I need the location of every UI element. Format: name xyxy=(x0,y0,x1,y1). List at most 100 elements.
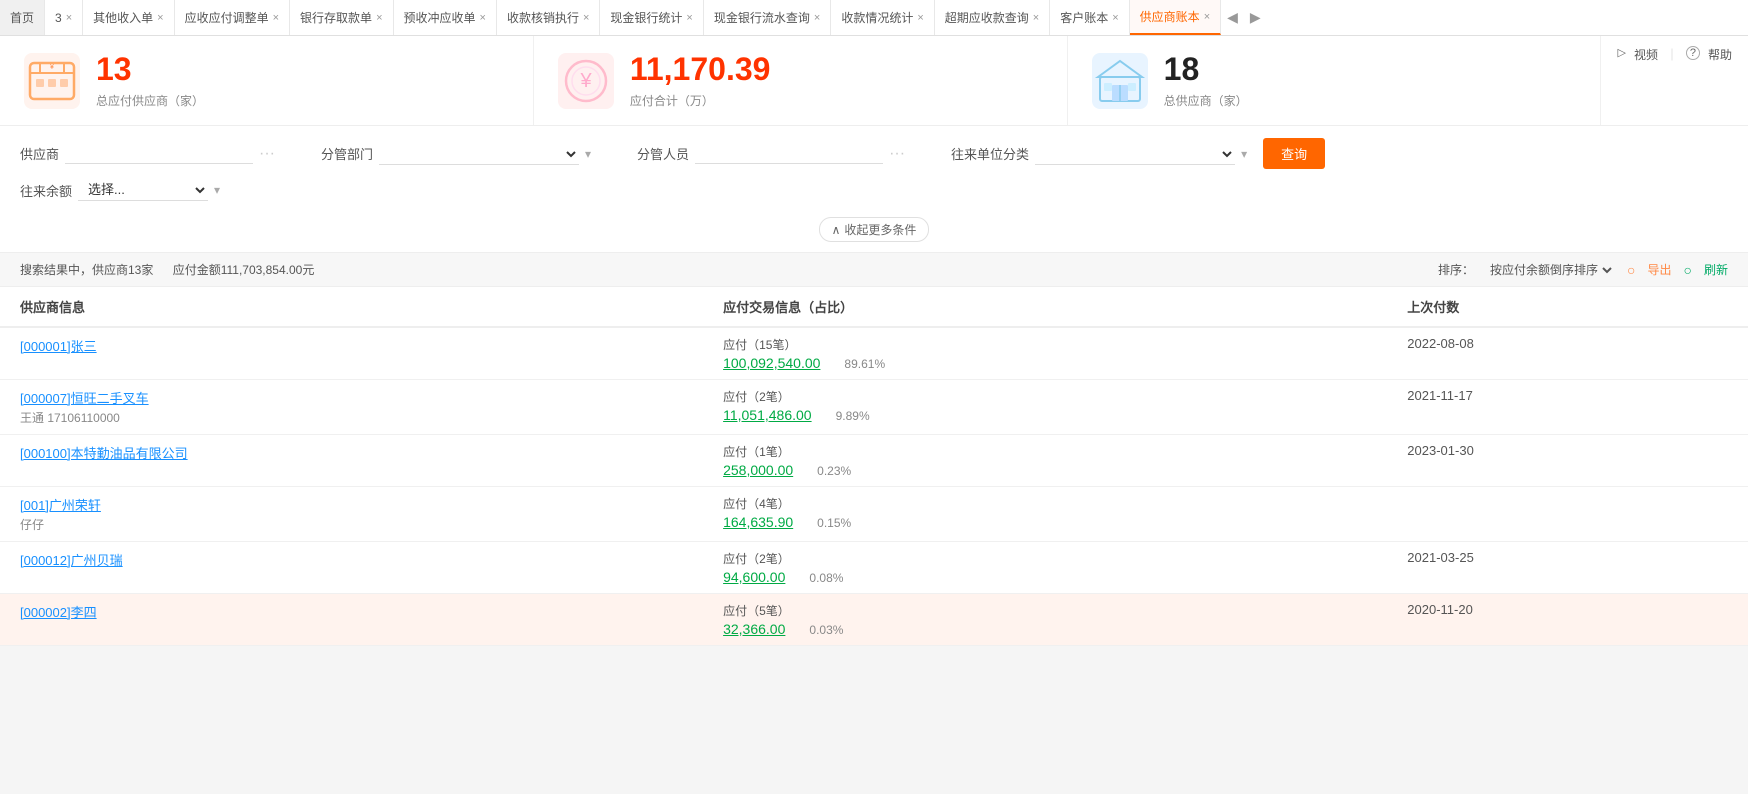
amount-link[interactable]: 94,600.00 xyxy=(723,569,785,585)
svg-text:¥: ¥ xyxy=(579,70,592,92)
sort-label: 排序： xyxy=(1438,261,1474,278)
refresh-label[interactable]: 刷新 xyxy=(1704,261,1728,278)
summary-bar: ¥ 13 总应付供应商（家） ¥ 11,170.39 应付合计（万） xyxy=(0,36,1748,126)
tab-recstat[interactable]: 收款情况统计 × xyxy=(831,0,934,35)
tab-3[interactable]: 3 × xyxy=(45,0,83,35)
department-arrow: ▾ xyxy=(585,147,591,161)
card1-label: 总应付供应商（家） xyxy=(96,92,204,109)
filter-row-1: 供应商 ··· 分管部门 ▾ 分管人员 ··· 往来单位分类 ▾ 查询 xyxy=(20,138,1728,169)
amount-link[interactable]: 258,000.00 xyxy=(723,462,793,478)
tab-custbook[interactable]: 客户账本 × xyxy=(1050,0,1129,35)
tab-prepay-close[interactable]: × xyxy=(480,12,486,24)
last-pay-cell: 2020-11-20 xyxy=(1387,594,1748,646)
supplier-link[interactable]: [000002]李四 xyxy=(20,605,97,620)
tab-cashstat-label: 现金银行统计 xyxy=(610,9,682,26)
filter-bar: 供应商 ··· 分管部门 ▾ 分管人员 ··· 往来单位分类 ▾ 查询 xyxy=(0,126,1748,253)
table-header-row: 供应商信息 应付交易信息（占比） 上次付数 xyxy=(0,287,1748,327)
amount-link[interactable]: 32,366.00 xyxy=(723,621,785,637)
supplier-contact: 王通 17106110000 xyxy=(20,409,683,426)
collapse-button[interactable]: ∧ 收起更多条件 xyxy=(819,217,930,242)
tab-verify-close[interactable]: × xyxy=(583,12,589,24)
table-wrapper: 供应商信息 应付交易信息（占比） 上次付数 [000001]张三应付（15笔）1… xyxy=(0,287,1748,646)
result-tools: 排序： 按应付余额倒序排序 ○ 导出 ○ 刷新 xyxy=(1438,261,1728,278)
tab-bank-label: 银行存取款单 xyxy=(300,9,372,26)
video-icon: ▷ xyxy=(1617,46,1625,59)
amount-link[interactable]: 100,092,540.00 xyxy=(723,355,820,371)
supplier-link[interactable]: [000100]本特勤油品有限公司 xyxy=(20,446,188,461)
supplier-contact: 仔仔 xyxy=(20,516,683,533)
supplier-label: 供应商 xyxy=(20,144,59,163)
pay-label: 应付（2笔） xyxy=(723,388,1367,405)
tab-supplierbook-close[interactable]: × xyxy=(1204,11,1210,23)
card1-content: 13 总应付供应商（家） xyxy=(96,52,204,108)
card3-icon xyxy=(1092,53,1148,109)
tab-cashstat-close[interactable]: × xyxy=(686,12,692,24)
amount-link[interactable]: 11,051,486.00 xyxy=(723,407,812,423)
tab-overdue[interactable]: 超期应收款查询 × xyxy=(935,0,1050,35)
person-input[interactable] xyxy=(695,144,883,164)
tab-adjust-label: 应收应付调整单 xyxy=(185,9,269,26)
svg-text:¥: ¥ xyxy=(50,64,54,71)
last-pay-cell: 2022-08-08 xyxy=(1387,327,1748,380)
supplier-cell: [000012]广州贝瑞 xyxy=(0,542,703,594)
card3-label: 总供应商（家） xyxy=(1164,92,1248,109)
nav-next-arrow[interactable]: ▶ xyxy=(1244,9,1267,26)
supplier-input[interactable] xyxy=(65,144,253,164)
amount-pct: 0.15% xyxy=(817,516,851,530)
card3-content: 18 总供应商（家） xyxy=(1164,52,1248,108)
nav-prev-arrow[interactable]: ◀ xyxy=(1221,9,1244,26)
amount-pct: 0.23% xyxy=(817,464,851,478)
tab-recstat-close[interactable]: × xyxy=(917,12,923,24)
collapse-arrow-icon: ∧ xyxy=(832,223,841,237)
export-label[interactable]: 导出 xyxy=(1648,261,1672,278)
tab-bank-close[interactable]: × xyxy=(376,12,382,24)
tab-cashflow-label: 现金银行流水查询 xyxy=(714,9,810,26)
table-row: [000002]李四应付（5笔）32,366.000.03%2020-11-20 xyxy=(0,594,1748,646)
tab-overdue-label: 超期应收款查询 xyxy=(945,9,1029,26)
tab-verify[interactable]: 收款核销执行 × xyxy=(497,0,600,35)
filter-row-2: 往来余额 选择... ▾ xyxy=(20,179,1728,201)
sort-select[interactable]: 按应付余额倒序排序 xyxy=(1486,262,1615,278)
help-label[interactable]: 帮助 xyxy=(1708,46,1732,63)
amount-link[interactable]: 164,635.90 xyxy=(723,514,793,530)
filter-category: 往来单位分类 ▾ xyxy=(951,143,1247,165)
last-pay-cell: 2023-01-30 xyxy=(1387,435,1748,487)
balance-select[interactable]: 选择... xyxy=(78,179,208,201)
supplier-dots[interactable]: ··· xyxy=(259,145,275,163)
filter-balance: 往来余额 选择... ▾ xyxy=(20,179,220,201)
tab-income[interactable]: 其他收入单 × xyxy=(83,0,174,35)
tab-cashflow[interactable]: 现金银行流水查询 × xyxy=(704,0,831,35)
amount-pct: 0.03% xyxy=(809,623,843,637)
tab-income-close[interactable]: × xyxy=(157,12,163,24)
tab-adjust[interactable]: 应收应付调整单 × xyxy=(175,0,290,35)
tab-prepay-label: 预收冲应收单 xyxy=(404,9,476,26)
tab-cashstat[interactable]: 现金银行统计 × xyxy=(600,0,703,35)
video-label[interactable]: 视频 xyxy=(1634,46,1658,63)
result-summary: 搜索结果中，供应商13家 应付金额111,703,854.00元 xyxy=(20,261,314,278)
tab-cashflow-close[interactable]: × xyxy=(814,12,820,24)
query-button[interactable]: 查询 xyxy=(1263,138,1325,169)
summary-card-total-payable: ¥ 11,170.39 应付合计（万） xyxy=(534,36,1068,125)
person-dots[interactable]: ··· xyxy=(889,145,905,163)
department-select[interactable] xyxy=(379,143,579,165)
collapse-bar: ∧ 收起更多条件 xyxy=(20,211,1728,252)
supplier-link[interactable]: [000012]广州贝瑞 xyxy=(20,553,123,568)
supplier-link[interactable]: [000007]恒旺二手叉车 xyxy=(20,391,149,406)
tab-overdue-close[interactable]: × xyxy=(1033,12,1039,24)
tab-supplierbook[interactable]: 供应商账本 × xyxy=(1130,0,1221,35)
table-row: [000100]本特勤油品有限公司应付（1笔）258,000.000.23%20… xyxy=(0,435,1748,487)
category-select[interactable] xyxy=(1035,143,1235,165)
card2-label: 应付合计（万） xyxy=(630,92,771,109)
supplier-cell: [001]广州荣轩仔仔 xyxy=(0,487,703,542)
tab-bank[interactable]: 银行存取款单 × xyxy=(290,0,393,35)
supplier-link[interactable]: [000001]张三 xyxy=(20,339,97,354)
supplier-link[interactable]: [001]广州荣轩 xyxy=(20,498,101,513)
tab-prepay[interactable]: 预收冲应收单 × xyxy=(394,0,497,35)
tab-3-close[interactable]: × xyxy=(66,12,72,24)
tab-custbook-close[interactable]: × xyxy=(1112,12,1118,24)
tab-custbook-label: 客户账本 xyxy=(1060,9,1108,26)
balance-arrow: ▾ xyxy=(214,183,220,197)
refresh-circle-icon: ○ xyxy=(1684,262,1692,278)
tab-adjust-close[interactable]: × xyxy=(273,12,279,24)
tab-home[interactable]: 首页 xyxy=(0,0,45,35)
